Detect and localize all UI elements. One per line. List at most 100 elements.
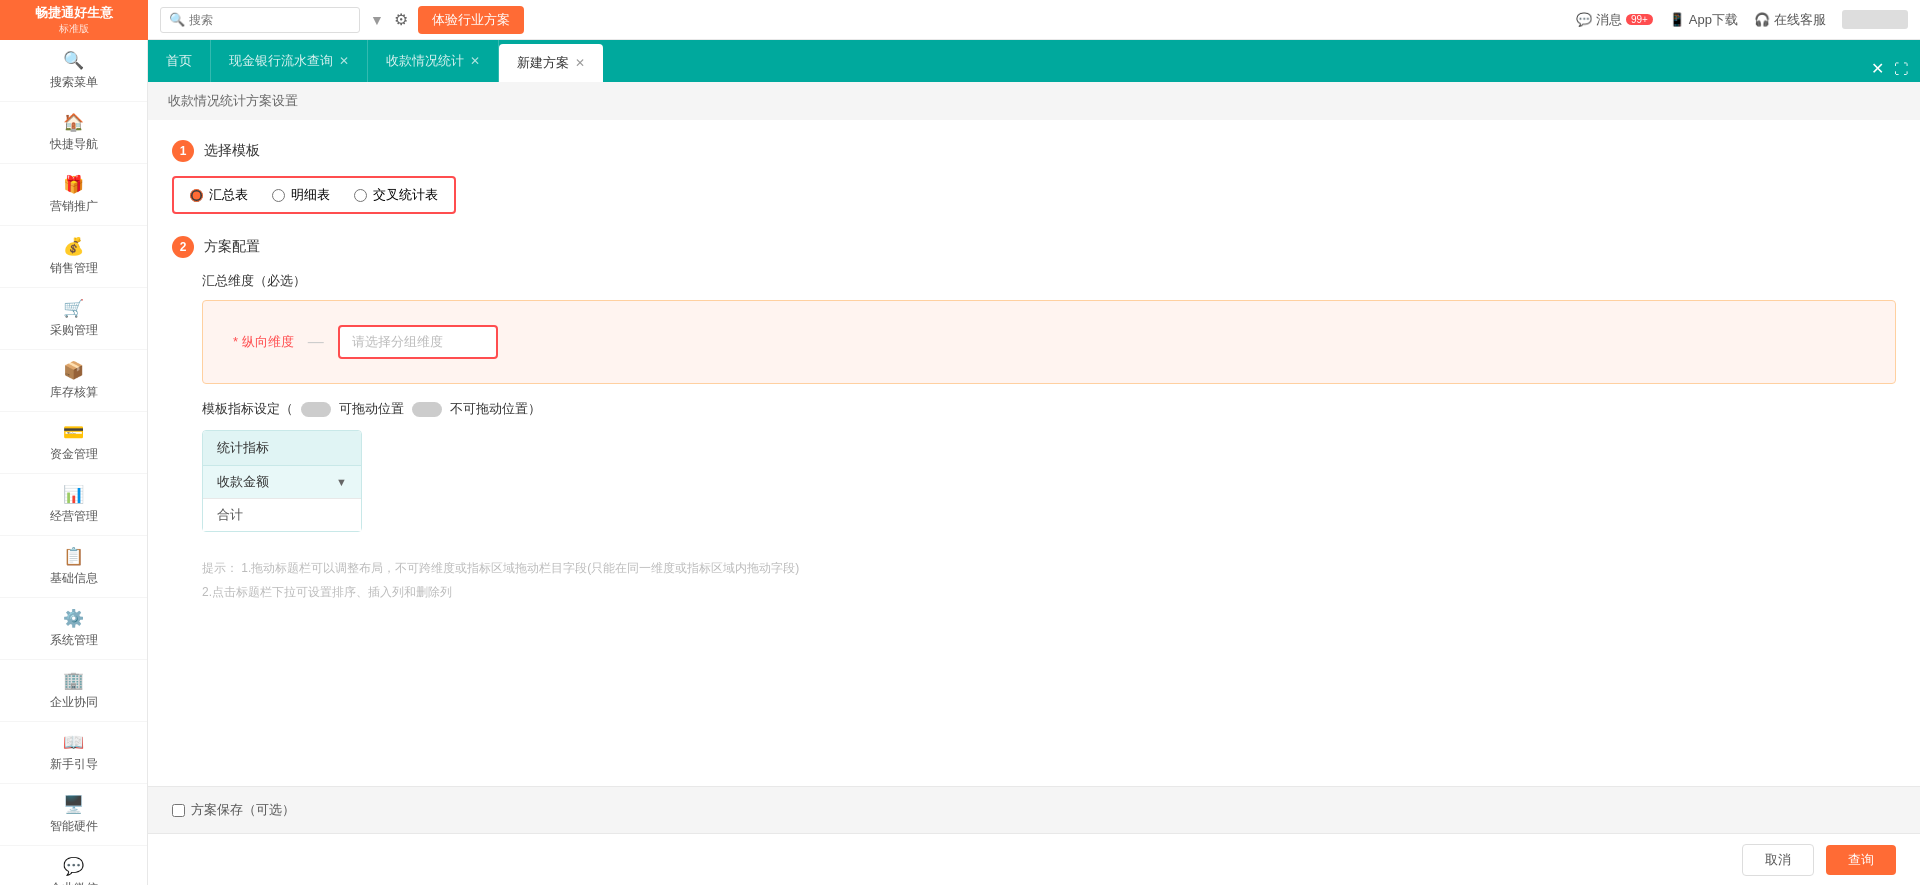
sidebar-item-search[interactable]: 🔍 搜索菜单 bbox=[0, 40, 147, 102]
radio-detail[interactable]: 明细表 bbox=[272, 186, 330, 204]
metrics-label: 模板指标设定（ bbox=[202, 400, 293, 418]
tab-new-plan-label: 新建方案 bbox=[517, 54, 569, 72]
notification-badge: 99+ bbox=[1626, 14, 1653, 25]
finance-icon: 💳 bbox=[63, 422, 84, 443]
sidebar-item-inventory[interactable]: 📦 库存核算 bbox=[0, 350, 147, 412]
stats-table: 统计指标 收款金额 ▼ 合计 bbox=[202, 430, 362, 532]
search-input[interactable] bbox=[189, 13, 339, 27]
purchase-icon: 🛒 bbox=[63, 298, 84, 319]
search-icon: 🔍 bbox=[169, 12, 185, 27]
tab-stats-close[interactable]: ✕ bbox=[470, 54, 480, 68]
movable-toggle[interactable] bbox=[301, 402, 331, 417]
search-bar[interactable]: 🔍 bbox=[160, 7, 360, 33]
form-card: 1 选择模板 汇总表 明细表 bbox=[148, 120, 1920, 786]
stats-header-label: 统计指标 bbox=[217, 439, 269, 457]
sidebar-item-sales[interactable]: 💰 销售管理 bbox=[0, 226, 147, 288]
download-icon: 📱 bbox=[1669, 12, 1685, 27]
sidebar-item-purchase[interactable]: 🛒 采购管理 bbox=[0, 288, 147, 350]
unmovable-toggle bbox=[412, 402, 442, 417]
basic-icon: 📋 bbox=[63, 546, 84, 567]
radio-cross[interactable]: 交叉统计表 bbox=[354, 186, 438, 204]
dimension-area: * 纵向维度 — 请选择分组维度 bbox=[202, 300, 1896, 384]
step2-num: 2 bbox=[172, 236, 194, 258]
save-section: 方案保存（可选） bbox=[148, 786, 1920, 833]
service-area[interactable]: 🎧 在线客服 bbox=[1754, 11, 1826, 29]
tip-2: 2.点击标题栏下拉可设置排序、插入列和删除列 bbox=[202, 580, 1896, 604]
sidebar-item-enterprise[interactable]: 🏢 企业协同 bbox=[0, 660, 147, 722]
dimension-select[interactable]: 请选择分组维度 bbox=[338, 325, 498, 359]
radio-detail-input[interactable] bbox=[272, 189, 285, 202]
step1-title: 选择模板 bbox=[204, 142, 260, 160]
guide-icon: 📖 bbox=[63, 732, 84, 753]
logo-name: 畅捷通好生意 bbox=[35, 4, 113, 22]
gear-button[interactable]: ⚙ bbox=[394, 10, 408, 29]
download-area[interactable]: 📱 App下载 bbox=[1669, 11, 1738, 29]
notification-area[interactable]: 💬 消息 99+ bbox=[1576, 11, 1653, 29]
tab-close-window-icon[interactable]: ✕ bbox=[1871, 59, 1884, 78]
industry-button[interactable]: 体验行业方案 bbox=[418, 6, 524, 34]
wechat-icon: 💬 bbox=[63, 856, 84, 877]
tab-home-label: 首页 bbox=[166, 52, 192, 70]
stats-amount-label: 收款金额 bbox=[217, 473, 269, 491]
message-icon: 💬 bbox=[1576, 12, 1592, 27]
template-options: 汇总表 明细表 交叉统计表 bbox=[172, 176, 456, 214]
dimension-section: 汇总维度（必选） * 纵向维度 — 请选择分组维度 bbox=[202, 272, 1896, 532]
system-icon: ⚙️ bbox=[63, 608, 84, 629]
radio-summary-input[interactable] bbox=[190, 189, 203, 202]
query-button[interactable]: 查询 bbox=[1826, 845, 1896, 875]
search-menu-icon: 🔍 bbox=[63, 50, 84, 71]
sidebar-item-hardware[interactable]: 🖥️ 智能硬件 bbox=[0, 784, 147, 846]
unmovable-label: 不可拖动位置） bbox=[450, 400, 541, 418]
footer-bar: 取消 查询 bbox=[148, 833, 1920, 885]
tab-stats[interactable]: 收款情况统计 ✕ bbox=[368, 40, 499, 82]
arrow-icon: — bbox=[308, 333, 324, 351]
stats-table-header-row: 统计指标 bbox=[203, 431, 361, 465]
tab-new-plan-close[interactable]: ✕ bbox=[575, 56, 585, 70]
movable-label: 可拖动位置 bbox=[339, 400, 404, 418]
dimension-section-title: 汇总维度（必选） bbox=[202, 272, 1896, 290]
inventory-icon: 📦 bbox=[63, 360, 84, 381]
enterprise-icon: 🏢 bbox=[63, 670, 84, 691]
home-icon: 🏠 bbox=[63, 112, 84, 133]
stats-total-label: 合计 bbox=[217, 507, 243, 522]
radio-summary[interactable]: 汇总表 bbox=[190, 186, 248, 204]
sidebar-item-guide[interactable]: 📖 新手引导 bbox=[0, 722, 147, 784]
tab-expand-icon[interactable]: ⛶ bbox=[1894, 61, 1908, 77]
stats-total-row: 合计 bbox=[203, 498, 361, 531]
step2-title: 方案配置 bbox=[204, 238, 260, 256]
expand-icon[interactable]: ▼ bbox=[370, 12, 384, 28]
sidebar-item-system[interactable]: ⚙️ 系统管理 bbox=[0, 598, 147, 660]
dropdown-icon: ▼ bbox=[336, 476, 347, 488]
tab-bar: 首页 现金银行流水查询 ✕ 收款情况统计 ✕ 新建方案 ✕ ✕ ⛶ bbox=[148, 40, 1920, 82]
sidebar-item-finance[interactable]: 💳 资金管理 bbox=[0, 412, 147, 474]
operation-icon: 📊 bbox=[63, 484, 84, 505]
service-icon: 🎧 bbox=[1754, 12, 1770, 27]
dimension-select-placeholder: 请选择分组维度 bbox=[352, 333, 443, 351]
logo-edition: 标准版 bbox=[59, 22, 89, 36]
sidebar-item-operation[interactable]: 📊 经营管理 bbox=[0, 474, 147, 536]
tab-stats-label: 收款情况统计 bbox=[386, 52, 464, 70]
save-checkbox-label[interactable]: 方案保存（可选） bbox=[172, 801, 1896, 819]
tab-bank-label: 现金银行流水查询 bbox=[229, 52, 333, 70]
breadcrumb: 收款情况统计方案设置 bbox=[148, 82, 1920, 120]
tips-section: 提示： 1.拖动标题栏可以调整布局，不可跨维度或指标区域拖动栏目字段(只能在同一… bbox=[202, 556, 1896, 604]
step1-num: 1 bbox=[172, 140, 194, 162]
sidebar-item-marketing[interactable]: 🎁 营销推广 bbox=[0, 164, 147, 226]
tab-home[interactable]: 首页 bbox=[148, 40, 211, 82]
tab-bank[interactable]: 现金银行流水查询 ✕ bbox=[211, 40, 368, 82]
sidebar-item-wechat[interactable]: 💬 企业微信 bbox=[0, 846, 147, 885]
metrics-section: 模板指标设定（ 可拖动位置 不可拖动位置） 统计指标 bbox=[202, 400, 1896, 532]
hardware-icon: 🖥️ bbox=[63, 794, 84, 815]
step2-section: 2 方案配置 汇总维度（必选） * 纵向维度 — 请选择分组维 bbox=[172, 236, 1896, 532]
sidebar-item-quick[interactable]: 🏠 快捷导航 bbox=[0, 102, 147, 164]
cancel-button[interactable]: 取消 bbox=[1742, 844, 1814, 876]
save-checkbox[interactable] bbox=[172, 804, 185, 817]
sidebar-item-basic[interactable]: 📋 基础信息 bbox=[0, 536, 147, 598]
tab-new-plan[interactable]: 新建方案 ✕ bbox=[499, 44, 603, 82]
sidebar: 🔍 搜索菜单 🏠 快捷导航 🎁 营销推广 💰 销售管理 🛒 采购管理 📦 库存核… bbox=[0, 40, 148, 885]
radio-cross-input[interactable] bbox=[354, 189, 367, 202]
tab-bank-close[interactable]: ✕ bbox=[339, 54, 349, 68]
vertical-dimension-label: * 纵向维度 bbox=[233, 333, 294, 351]
user-area[interactable] bbox=[1842, 11, 1908, 29]
stats-sub-header[interactable]: 收款金额 ▼ bbox=[203, 465, 361, 498]
